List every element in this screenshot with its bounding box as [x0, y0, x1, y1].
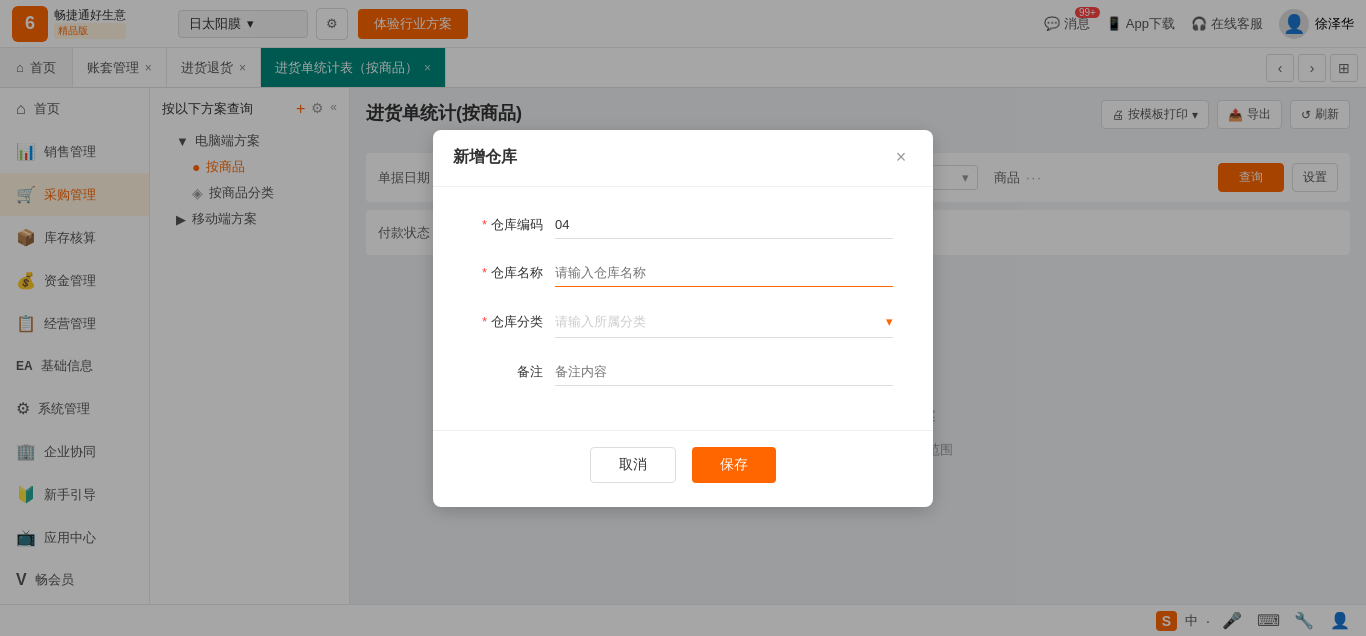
- code-label: 仓库编码: [491, 217, 543, 232]
- required-cat-star: *仓库分类: [473, 313, 543, 331]
- category-placeholder: 请输入所属分类: [555, 313, 646, 331]
- modal-overlay: 新增仓库 × *仓库编码 *仓库名称 *仓库分类: [0, 0, 1366, 636]
- remark-field-row: 备注: [473, 358, 893, 386]
- name-field-row: *仓库名称: [473, 259, 893, 287]
- add-warehouse-modal: 新增仓库 × *仓库编码 *仓库名称 *仓库分类: [433, 130, 933, 507]
- save-button[interactable]: 保存: [692, 447, 776, 483]
- required-code-star: *仓库编码: [473, 216, 543, 234]
- modal-close-btn[interactable]: ×: [889, 146, 913, 170]
- name-label: 仓库名称: [491, 265, 543, 280]
- code-input[interactable]: [555, 211, 893, 239]
- modal-footer: 取消 保存: [433, 430, 933, 507]
- code-field-row: *仓库编码: [473, 211, 893, 239]
- modal-title: 新增仓库: [453, 147, 517, 168]
- cancel-button[interactable]: 取消: [590, 447, 676, 483]
- category-label: 仓库分类: [491, 314, 543, 329]
- remark-input[interactable]: [555, 358, 893, 386]
- modal-body: *仓库编码 *仓库名称 *仓库分类 请输入所属分类 ▾: [433, 187, 933, 430]
- remark-label: 备注: [473, 363, 543, 381]
- category-field-row: *仓库分类 请输入所属分类 ▾: [473, 307, 893, 338]
- required-name-star: *仓库名称: [473, 264, 543, 282]
- name-input[interactable]: [555, 259, 893, 287]
- category-dropdown-icon: ▾: [886, 314, 893, 329]
- modal-header: 新增仓库 ×: [433, 130, 933, 187]
- category-select[interactable]: 请输入所属分类 ▾: [555, 307, 893, 338]
